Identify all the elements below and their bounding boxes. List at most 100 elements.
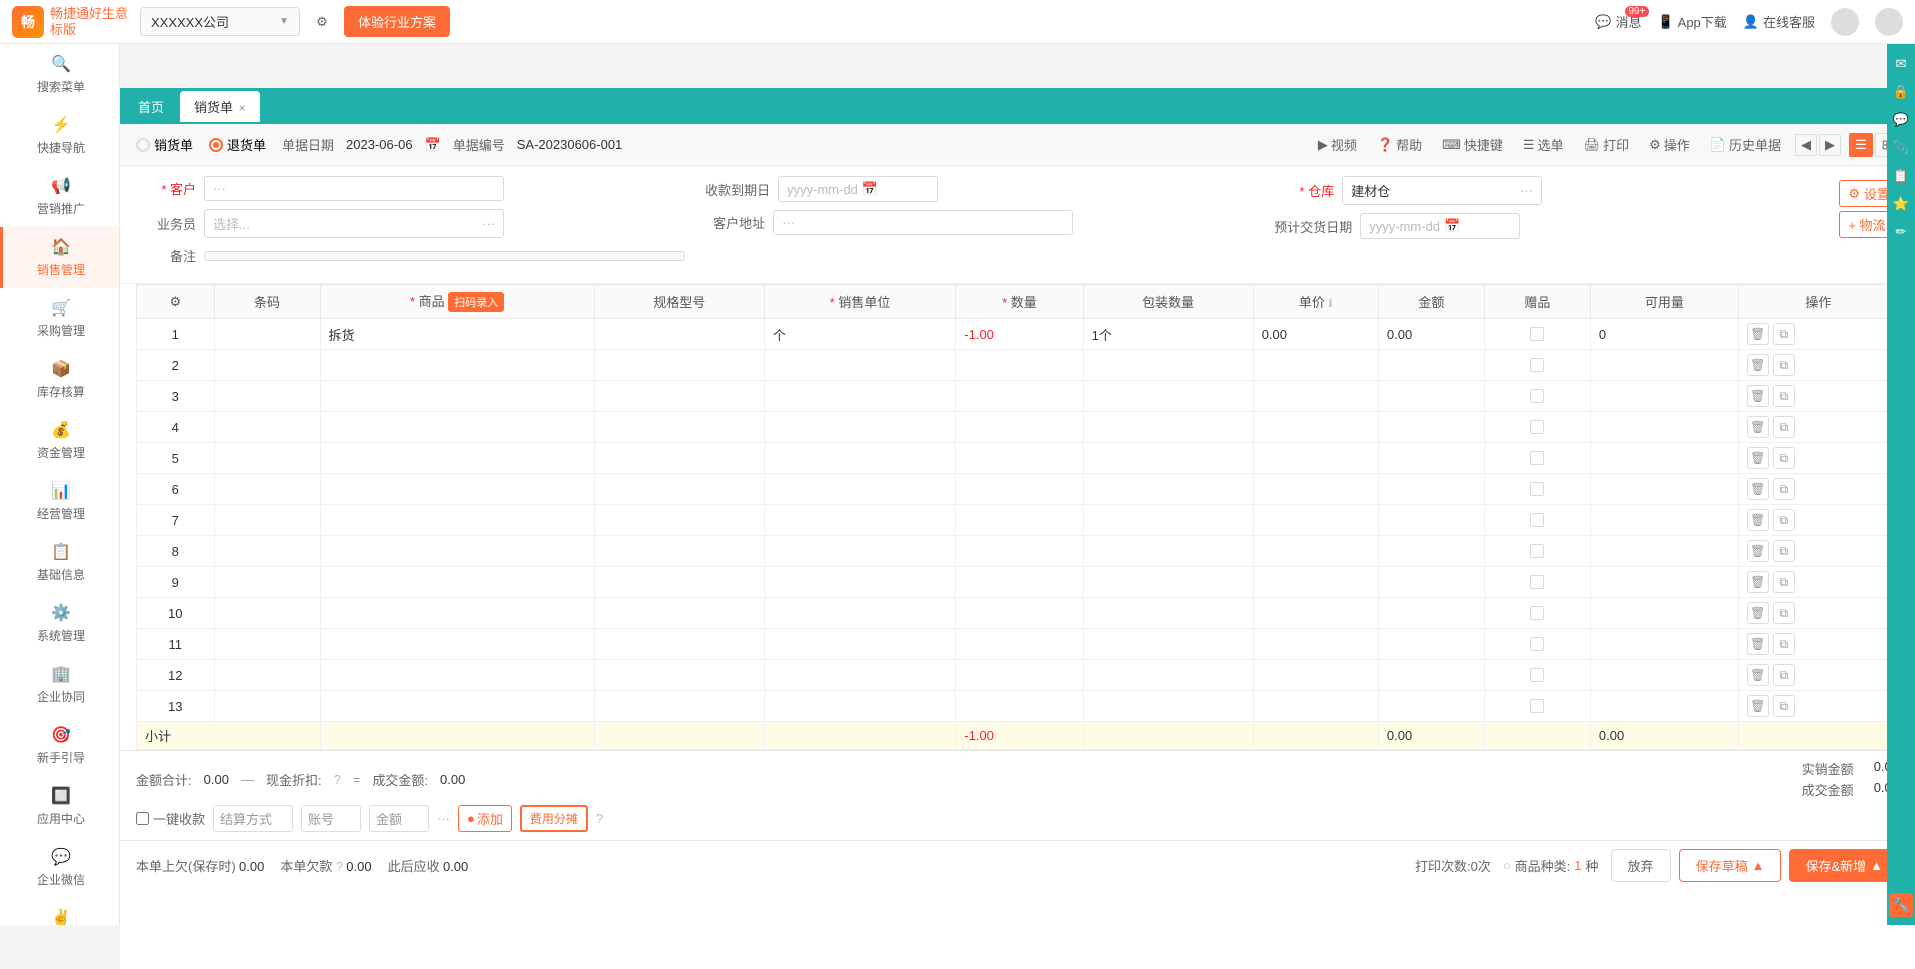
copy-row-3[interactable]: ⧉: [1773, 416, 1795, 438]
delete-row-5[interactable]: 🗑: [1747, 478, 1769, 500]
row-unit-price-1[interactable]: [1253, 350, 1378, 381]
save-draft-button[interactable]: 保存草稿 ▲: [1679, 849, 1782, 882]
right-panel-star[interactable]: ⭐: [1889, 192, 1913, 216]
row-unit-8[interactable]: [764, 567, 955, 598]
salesman-input[interactable]: 选择... ···: [204, 209, 504, 238]
row-pack-qty-2[interactable]: [1083, 381, 1253, 412]
copy-row-5[interactable]: ⧉: [1773, 478, 1795, 500]
row-pack-qty-5[interactable]: [1083, 474, 1253, 505]
toolbar-history-btn[interactable]: 📄 历史单据: [1704, 132, 1787, 157]
row-product-10[interactable]: [320, 629, 594, 660]
row-spec-7[interactable]: [594, 536, 764, 567]
row-spec-1[interactable]: [594, 350, 764, 381]
row-qty-4[interactable]: [956, 443, 1083, 474]
sidebar-item-inventory[interactable]: 📦 库存核算: [0, 349, 119, 410]
copy-row-8[interactable]: ⧉: [1773, 571, 1795, 593]
delivery-date-input[interactable]: yyyy-mm-dd 📅: [1360, 213, 1520, 239]
company-selector[interactable]: XXXXXX公司 ▼: [140, 7, 300, 36]
warehouse-input[interactable]: 建材仓 ···: [1342, 176, 1542, 205]
row-gift-9[interactable]: [1484, 598, 1590, 629]
row-qty-1[interactable]: [956, 350, 1083, 381]
pay-method-select[interactable]: 结算方式: [213, 805, 293, 832]
customer-input[interactable]: ···: [204, 176, 504, 201]
right-panel-action[interactable]: 🔧: [1889, 893, 1913, 917]
row-amount-8[interactable]: [1378, 567, 1484, 598]
row-unit-6[interactable]: [764, 505, 955, 536]
row-gift-12[interactable]: [1484, 691, 1590, 722]
row-gift-1[interactable]: [1484, 350, 1590, 381]
row-barcode-11[interactable]: [214, 660, 320, 691]
row-unit-price-5[interactable]: [1253, 474, 1378, 505]
row-amount-0[interactable]: 0.00: [1378, 319, 1484, 350]
row-unit-2[interactable]: [764, 381, 955, 412]
row-product-9[interactable]: [320, 598, 594, 629]
row-amount-6[interactable]: [1378, 505, 1484, 536]
copy-row-11[interactable]: ⧉: [1773, 664, 1795, 686]
row-unit-price-6[interactable]: [1253, 505, 1378, 536]
delete-row-4[interactable]: 🗑: [1747, 447, 1769, 469]
radio-sales[interactable]: 销货单: [136, 135, 193, 154]
row-barcode-8[interactable]: [214, 567, 320, 598]
add-button[interactable]: ● 添加: [458, 805, 512, 832]
sidebar-item-apps[interactable]: 🔲 应用中心: [0, 776, 119, 837]
prev-arrow[interactable]: ◀: [1795, 134, 1817, 156]
row-pack-qty-0[interactable]: 1个: [1083, 319, 1253, 350]
row-unit-price-8[interactable]: [1253, 567, 1378, 598]
message-button[interactable]: 💬 消息 99+: [1595, 12, 1641, 31]
copy-row-12[interactable]: ⧉: [1773, 695, 1795, 717]
row-gift-10[interactable]: [1484, 629, 1590, 660]
row-pack-qty-7[interactable]: [1083, 536, 1253, 567]
right-panel-copy[interactable]: 📋: [1889, 164, 1913, 188]
row-pack-qty-11[interactable]: [1083, 660, 1253, 691]
due-date-calendar-icon[interactable]: 📅: [862, 181, 878, 197]
copy-row-0[interactable]: ⧉: [1773, 323, 1795, 345]
row-spec-5[interactable]: [594, 474, 764, 505]
row-pack-qty-8[interactable]: [1083, 567, 1253, 598]
row-amount-10[interactable]: [1378, 629, 1484, 660]
row-qty-10[interactable]: [956, 629, 1083, 660]
row-amount-12[interactable]: [1378, 691, 1484, 722]
copy-row-2[interactable]: ⧉: [1773, 385, 1795, 407]
sidebar-item-basics[interactable]: 📋 基础信息: [0, 532, 119, 593]
copy-row-1[interactable]: ⧉: [1773, 354, 1795, 376]
pay-account-select[interactable]: 账号: [301, 805, 361, 832]
row-pack-qty-3[interactable]: [1083, 412, 1253, 443]
sidebar-item-member[interactable]: ✌️ 畅会员: [0, 898, 119, 925]
toolbar-select-btn[interactable]: ☰ 选单: [1517, 132, 1570, 157]
row-spec-12[interactable]: [594, 691, 764, 722]
overdue-help[interactable]: ?: [336, 859, 343, 874]
row-qty-6[interactable]: [956, 505, 1083, 536]
row-unit-price-4[interactable]: [1253, 443, 1378, 474]
row-product-8[interactable]: [320, 567, 594, 598]
row-qty-7[interactable]: [956, 536, 1083, 567]
avatar[interactable]: [1831, 8, 1859, 36]
delete-row-11[interactable]: 🗑: [1747, 664, 1769, 686]
toolbar-print-btn[interactable]: 🖨 打印: [1578, 132, 1636, 157]
sidebar-item-guide[interactable]: 🎯 新手引导: [0, 715, 119, 776]
row-gift-4[interactable]: [1484, 443, 1590, 474]
row-unit-price-9[interactable]: [1253, 598, 1378, 629]
delete-row-7[interactable]: 🗑: [1747, 540, 1769, 562]
toolbar-help-btn[interactable]: ❓ 帮助: [1371, 132, 1428, 157]
sidebar-item-system[interactable]: ⚙️ 系统管理: [0, 593, 119, 654]
row-pack-qty-9[interactable]: [1083, 598, 1253, 629]
delete-row-8[interactable]: 🗑: [1747, 571, 1769, 593]
row-unit-4[interactable]: [764, 443, 955, 474]
row-gift-3[interactable]: [1484, 412, 1590, 443]
row-amount-1[interactable]: [1378, 350, 1484, 381]
row-gift-6[interactable]: [1484, 505, 1590, 536]
sidebar-item-enterprise[interactable]: 🏢 企业协同: [0, 654, 119, 715]
view-list-btn[interactable]: ☰: [1849, 133, 1873, 157]
row-unit-10[interactable]: [764, 629, 955, 660]
row-amount-3[interactable]: [1378, 412, 1484, 443]
avatar-2[interactable]: [1875, 8, 1903, 36]
row-pack-qty-4[interactable]: [1083, 443, 1253, 474]
row-spec-10[interactable]: [594, 629, 764, 660]
right-panel-comment[interactable]: 💬: [1889, 108, 1913, 132]
row-amount-7[interactable]: [1378, 536, 1484, 567]
row-unit-3[interactable]: [764, 412, 955, 443]
trial-button[interactable]: 体验行业方案: [344, 6, 450, 37]
sidebar-item-operations[interactable]: 📊 经营管理: [0, 471, 119, 532]
row-qty-8[interactable]: [956, 567, 1083, 598]
row-unit-price-10[interactable]: [1253, 629, 1378, 660]
